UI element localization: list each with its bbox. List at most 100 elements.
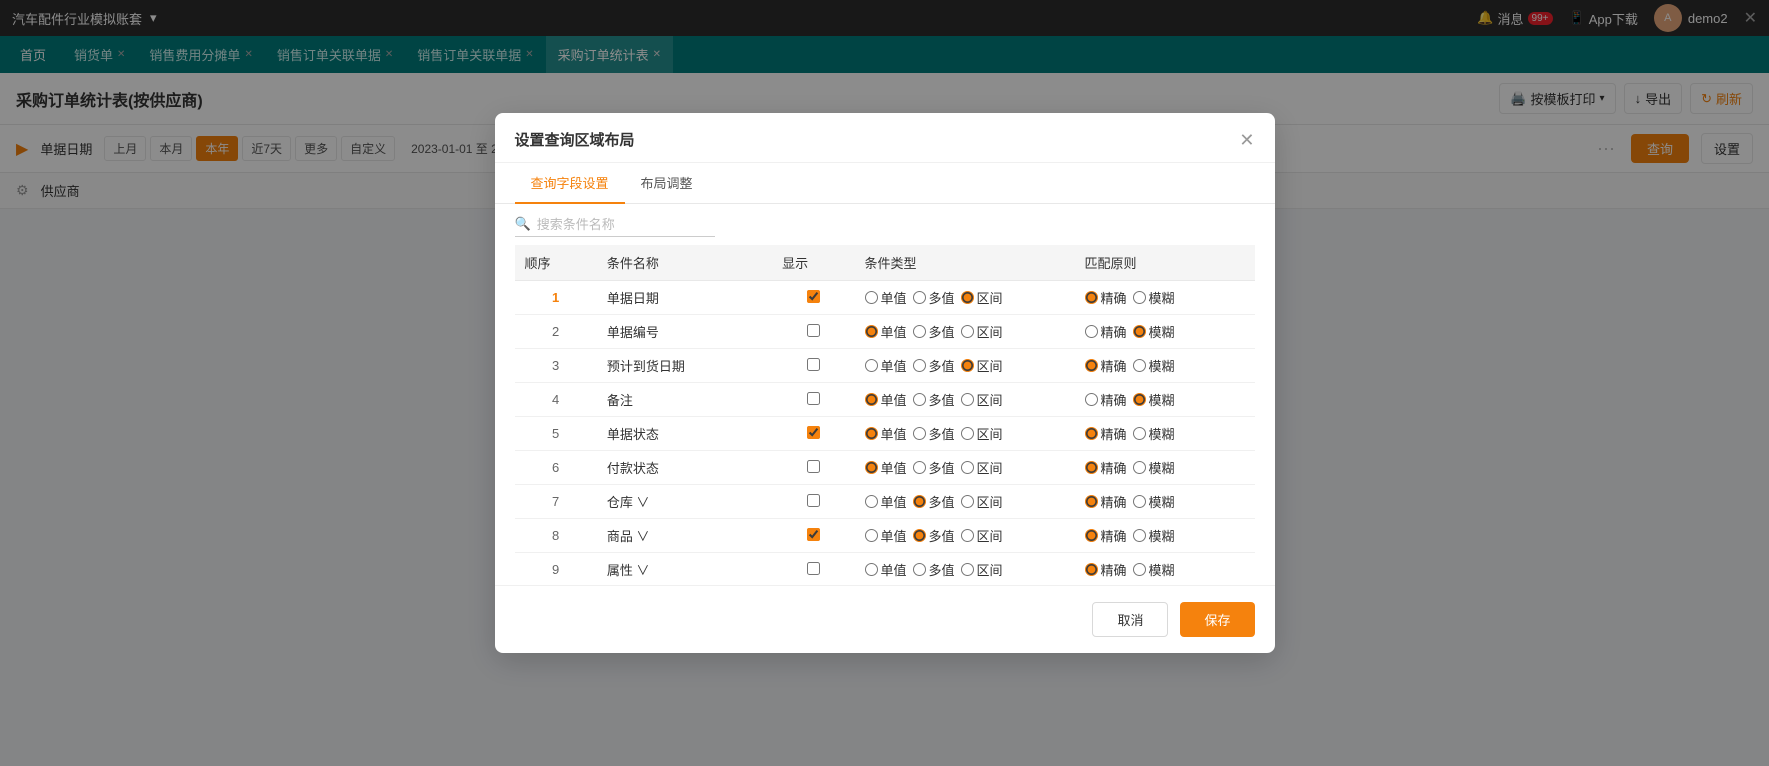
cell-display[interactable] bbox=[772, 417, 854, 451]
cell-type[interactable]: 单值多值区间 bbox=[855, 519, 1075, 553]
display-checkbox[interactable] bbox=[807, 290, 820, 303]
radio-type-type_range[interactable]: 区间 bbox=[961, 560, 1003, 579]
th-order: 顺序 bbox=[515, 245, 597, 281]
radio-match-exact[interactable]: 精确 bbox=[1085, 560, 1127, 579]
cell-display[interactable] bbox=[772, 485, 854, 519]
cell-match[interactable]: 精确模糊 bbox=[1075, 519, 1255, 553]
radio-match-fuzzy[interactable]: 模糊 bbox=[1133, 288, 1175, 307]
display-checkbox[interactable] bbox=[807, 494, 820, 507]
radio-type-type_multi[interactable]: 多值 bbox=[913, 322, 955, 341]
cell-type[interactable]: 单值多值区间 bbox=[855, 315, 1075, 349]
display-checkbox[interactable] bbox=[807, 358, 820, 371]
radio-type-type_single[interactable]: 单值 bbox=[865, 424, 907, 443]
radio-match-exact[interactable]: 精确 bbox=[1085, 322, 1127, 341]
cell-display[interactable] bbox=[772, 349, 854, 383]
conditions-table-scroll[interactable]: 顺序 条件名称 显示 条件类型 匹配原则 1单据日期单值多值区间精确模糊2单据编… bbox=[515, 245, 1255, 585]
cancel-button[interactable]: 取消 bbox=[1092, 602, 1168, 637]
cell-type[interactable]: 单值多值区间 bbox=[855, 417, 1075, 451]
radio-type-type_multi[interactable]: 多值 bbox=[913, 390, 955, 409]
radio-match-exact[interactable]: 精确 bbox=[1085, 424, 1127, 443]
cell-match[interactable]: 精确模糊 bbox=[1075, 485, 1255, 519]
match-radio-group: 精确模糊 bbox=[1085, 492, 1245, 511]
radio-type-type_range[interactable]: 区间 bbox=[961, 424, 1003, 443]
radio-type-type_single[interactable]: 单值 bbox=[865, 560, 907, 579]
cell-display[interactable] bbox=[772, 553, 854, 586]
display-checkbox[interactable] bbox=[807, 324, 820, 337]
radio-match-fuzzy[interactable]: 模糊 bbox=[1133, 560, 1175, 579]
radio-type-type_range[interactable]: 区间 bbox=[961, 322, 1003, 341]
cell-match[interactable]: 精确模糊 bbox=[1075, 451, 1255, 485]
radio-match-exact[interactable]: 精确 bbox=[1085, 288, 1127, 307]
radio-type-type_multi[interactable]: 多值 bbox=[913, 356, 955, 375]
dialog-close-button[interactable]: ✕ bbox=[1239, 131, 1254, 149]
radio-type-type_single[interactable]: 单值 bbox=[865, 322, 907, 341]
type-radio-group: 单值多值区间 bbox=[865, 560, 1065, 579]
cell-type[interactable]: 单值多值区间 bbox=[855, 553, 1075, 586]
match-radio-group: 精确模糊 bbox=[1085, 560, 1245, 579]
cell-match[interactable]: 精确模糊 bbox=[1075, 315, 1255, 349]
cell-display[interactable] bbox=[772, 451, 854, 485]
display-checkbox[interactable] bbox=[807, 460, 820, 473]
th-match: 匹配原则 bbox=[1075, 245, 1255, 281]
radio-type-type_multi[interactable]: 多值 bbox=[913, 560, 955, 579]
cell-display[interactable] bbox=[772, 315, 854, 349]
dialog-tab-layout[interactable]: 布局调整 bbox=[625, 163, 709, 204]
radio-match-fuzzy[interactable]: 模糊 bbox=[1133, 526, 1175, 545]
radio-match-exact[interactable]: 精确 bbox=[1085, 526, 1127, 545]
radio-type-type_range[interactable]: 区间 bbox=[961, 288, 1003, 307]
cell-match[interactable]: 精确模糊 bbox=[1075, 383, 1255, 417]
radio-type-type_single[interactable]: 单值 bbox=[865, 288, 907, 307]
match-radio-group: 精确模糊 bbox=[1085, 288, 1245, 307]
table-row: 9属性 ∨单值多值区间精确模糊 bbox=[515, 553, 1255, 586]
radio-type-type_range[interactable]: 区间 bbox=[961, 356, 1003, 375]
radio-type-type_single[interactable]: 单值 bbox=[865, 390, 907, 409]
display-checkbox[interactable] bbox=[807, 562, 820, 575]
radio-type-type_multi[interactable]: 多值 bbox=[913, 492, 955, 511]
radio-match-fuzzy[interactable]: 模糊 bbox=[1133, 458, 1175, 477]
radio-type-type_single[interactable]: 单值 bbox=[865, 356, 907, 375]
radio-type-type_multi[interactable]: 多值 bbox=[913, 288, 955, 307]
cell-type[interactable]: 单值多值区间 bbox=[855, 383, 1075, 417]
dialog-tab-query[interactable]: 查询字段设置 bbox=[515, 163, 625, 204]
display-checkbox[interactable] bbox=[807, 528, 820, 541]
radio-type-type_multi[interactable]: 多值 bbox=[913, 424, 955, 443]
save-button[interactable]: 保存 bbox=[1180, 602, 1254, 637]
radio-match-exact[interactable]: 精确 bbox=[1085, 458, 1127, 477]
cell-type[interactable]: 单值多值区间 bbox=[855, 451, 1075, 485]
cell-order: 4 bbox=[515, 383, 597, 417]
cell-type[interactable]: 单值多值区间 bbox=[855, 281, 1075, 315]
radio-match-fuzzy[interactable]: 模糊 bbox=[1133, 424, 1175, 443]
cell-display[interactable] bbox=[772, 281, 854, 315]
cell-type[interactable]: 单值多值区间 bbox=[855, 485, 1075, 519]
cell-match[interactable]: 精确模糊 bbox=[1075, 349, 1255, 383]
cell-display[interactable] bbox=[772, 519, 854, 553]
radio-type-type_multi[interactable]: 多值 bbox=[913, 526, 955, 545]
radio-match-fuzzy[interactable]: 模糊 bbox=[1133, 492, 1175, 511]
cell-match[interactable]: 精确模糊 bbox=[1075, 417, 1255, 451]
radio-match-exact[interactable]: 精确 bbox=[1085, 390, 1127, 409]
radio-type-type_range[interactable]: 区间 bbox=[961, 390, 1003, 409]
cell-match[interactable]: 精确模糊 bbox=[1075, 281, 1255, 315]
radio-type-type_single[interactable]: 单值 bbox=[865, 458, 907, 477]
cell-type[interactable]: 单值多值区间 bbox=[855, 349, 1075, 383]
search-input[interactable] bbox=[537, 217, 697, 232]
display-checkbox[interactable] bbox=[807, 426, 820, 439]
radio-match-exact[interactable]: 精确 bbox=[1085, 356, 1127, 375]
radio-match-fuzzy[interactable]: 模糊 bbox=[1133, 356, 1175, 375]
radio-type-type_single[interactable]: 单值 bbox=[865, 526, 907, 545]
display-checkbox[interactable] bbox=[807, 392, 820, 405]
cell-match[interactable]: 精确模糊 bbox=[1075, 553, 1255, 586]
radio-type-type_range[interactable]: 区间 bbox=[961, 492, 1003, 511]
cell-name: 单据编号 bbox=[597, 315, 772, 349]
cell-display[interactable] bbox=[772, 383, 854, 417]
order-number: 9 bbox=[552, 562, 559, 577]
radio-type-type_range[interactable]: 区间 bbox=[961, 526, 1003, 545]
cell-name: 单据状态 bbox=[597, 417, 772, 451]
radio-type-type_range[interactable]: 区间 bbox=[961, 458, 1003, 477]
radio-match-fuzzy[interactable]: 模糊 bbox=[1133, 322, 1175, 341]
radio-type-type_single[interactable]: 单值 bbox=[865, 492, 907, 511]
radio-match-exact[interactable]: 精确 bbox=[1085, 492, 1127, 511]
radio-type-type_multi[interactable]: 多值 bbox=[913, 458, 955, 477]
search-icon: 🔍 bbox=[515, 216, 531, 232]
radio-match-fuzzy[interactable]: 模糊 bbox=[1133, 390, 1175, 409]
